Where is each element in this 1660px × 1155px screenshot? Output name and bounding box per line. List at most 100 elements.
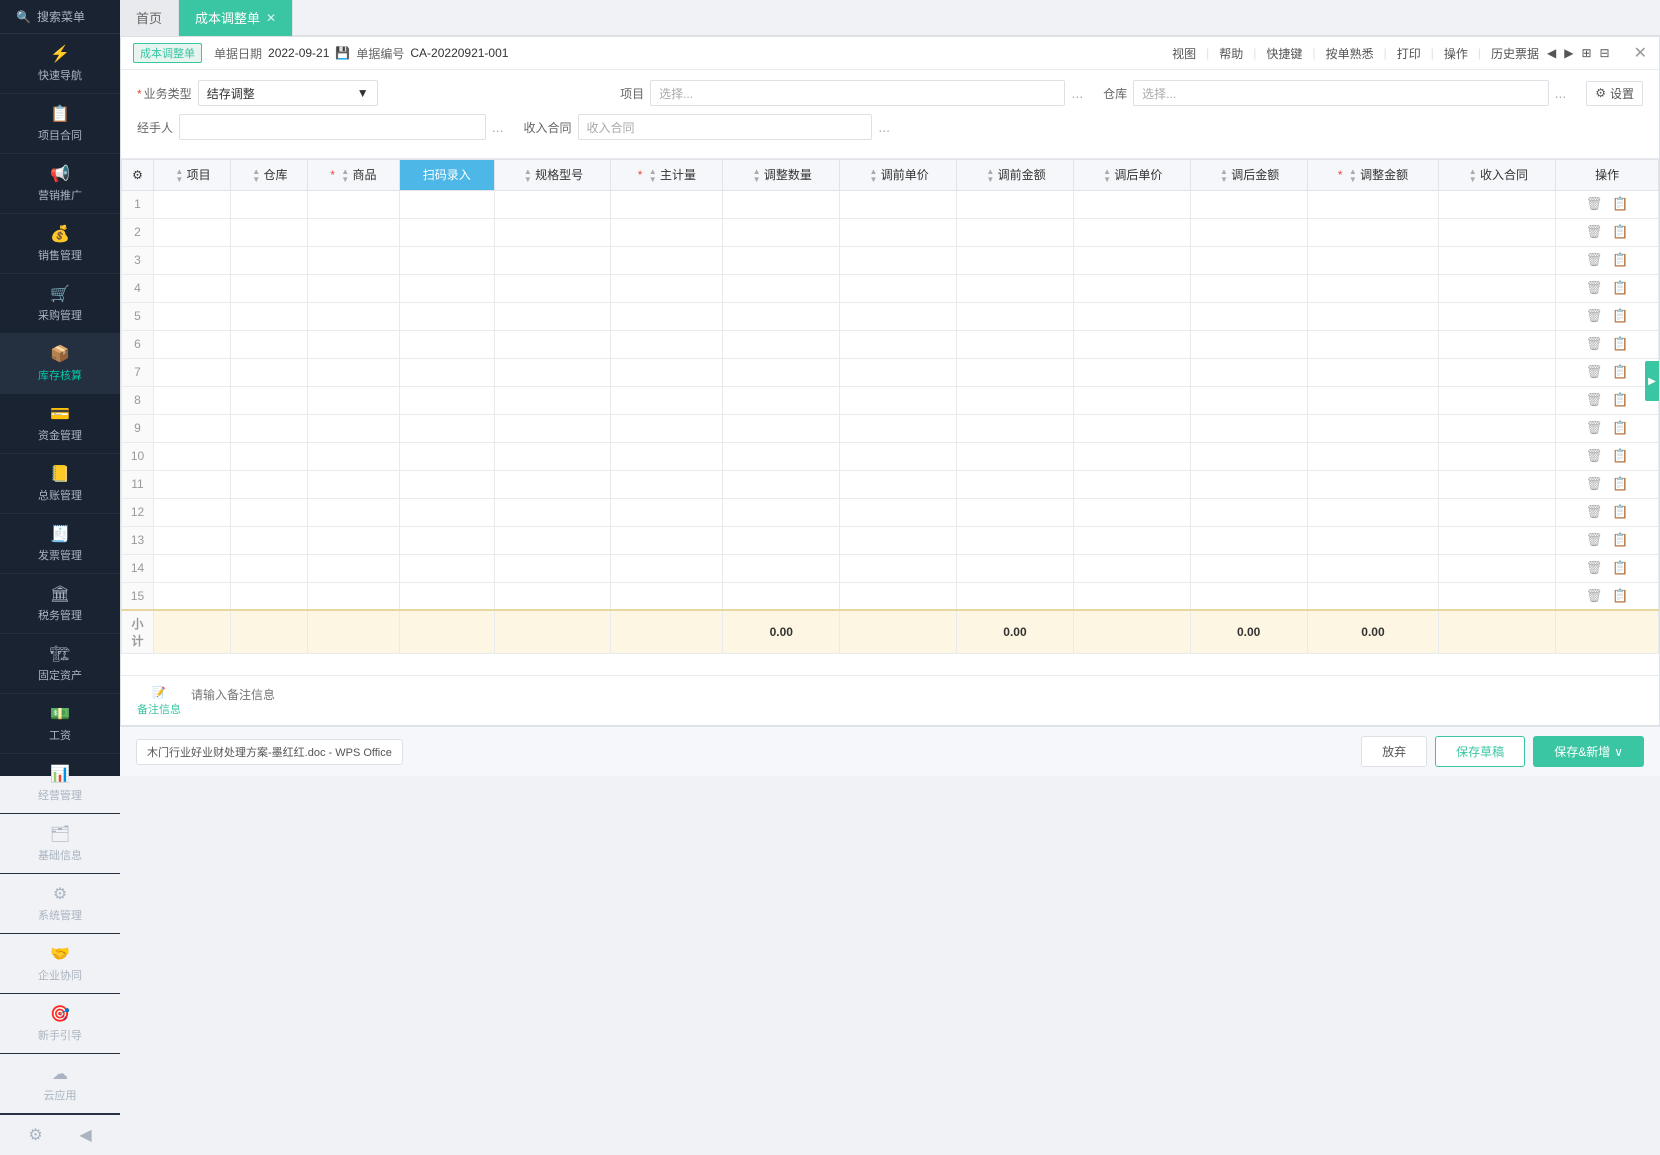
table-cell[interactable]	[1190, 274, 1307, 302]
table-cell[interactable]	[1439, 498, 1556, 526]
table-cell[interactable]	[230, 498, 307, 526]
table-cell[interactable]	[957, 442, 1074, 470]
table-cell[interactable]	[154, 330, 231, 358]
table-cell[interactable]	[1190, 526, 1307, 554]
table-cell[interactable]	[307, 554, 399, 582]
table-cell[interactable]	[1439, 190, 1556, 218]
table-cell[interactable]	[230, 358, 307, 386]
table-cell[interactable]	[611, 414, 723, 442]
tab-close-icon[interactable]: ✕	[266, 11, 276, 25]
sidebar-item-inventory[interactable]: 📦 库存核算	[0, 334, 120, 394]
warehouse-more-btn[interactable]: ...	[1555, 85, 1567, 101]
table-cell[interactable]	[1439, 414, 1556, 442]
table-cell[interactable]	[1073, 218, 1190, 246]
table-cell[interactable]	[1190, 386, 1307, 414]
table-cell[interactable]	[957, 218, 1074, 246]
table-cell[interactable]	[1073, 414, 1190, 442]
table-cell[interactable]	[494, 498, 611, 526]
table-cell[interactable]	[957, 190, 1074, 218]
table-cell[interactable]	[154, 526, 231, 554]
table-cell[interactable]	[723, 582, 840, 610]
row-delete-btn[interactable]: 🗑	[1583, 419, 1606, 437]
table-cell[interactable]	[957, 386, 1074, 414]
row-copy-btn[interactable]: 📋	[1609, 195, 1631, 213]
row-delete-btn[interactable]: 🗑	[1583, 279, 1606, 297]
table-cell[interactable]	[494, 414, 611, 442]
row-copy-btn[interactable]: 📋	[1609, 531, 1631, 549]
table-cell[interactable]	[154, 414, 231, 442]
table-cell[interactable]	[154, 386, 231, 414]
table-cell[interactable]	[1073, 358, 1190, 386]
warehouse-input[interactable]: 选择...	[1133, 80, 1548, 106]
table-cell[interactable]	[1073, 554, 1190, 582]
table-cell[interactable]	[307, 218, 399, 246]
operations-btn[interactable]: 操作	[1444, 45, 1468, 62]
table-cell[interactable]	[154, 498, 231, 526]
table-cell[interactable]	[957, 358, 1074, 386]
table-cell[interactable]	[1439, 218, 1556, 246]
table-cell[interactable]	[1190, 246, 1307, 274]
row-delete-btn[interactable]: 🗑	[1583, 587, 1606, 605]
shortcut-btn[interactable]: 快捷键	[1266, 45, 1302, 62]
row-delete-btn[interactable]: 🗑	[1583, 335, 1606, 353]
table-cell[interactable]	[1073, 274, 1190, 302]
table-cell[interactable]	[307, 330, 399, 358]
table-cell[interactable]	[154, 218, 231, 246]
table-cell[interactable]	[307, 190, 399, 218]
table-cell[interactable]	[494, 218, 611, 246]
sidebar-item-system-mgmt[interactable]: ⚙ 系统管理	[0, 874, 120, 934]
row-copy-btn[interactable]: 📋	[1609, 447, 1631, 465]
sidebar-item-tax-mgmt[interactable]: 🏛 税务管理	[0, 574, 120, 634]
row-copy-btn[interactable]: 📋	[1609, 223, 1631, 241]
table-cell[interactable]	[840, 414, 957, 442]
table-cell[interactable]	[1307, 386, 1439, 414]
table-cell[interactable]	[1307, 274, 1439, 302]
table-cell[interactable]	[723, 526, 840, 554]
table-cell[interactable]	[1073, 526, 1190, 554]
table-cell[interactable]	[230, 302, 307, 330]
sidebar-item-ledger-mgmt[interactable]: 📒 总账管理	[0, 454, 120, 514]
table-cell[interactable]	[230, 246, 307, 274]
table-cell[interactable]	[1307, 470, 1439, 498]
table-cell[interactable]	[611, 274, 723, 302]
table-cell[interactable]	[1190, 470, 1307, 498]
table-cell[interactable]	[957, 274, 1074, 302]
table-cell[interactable]	[723, 274, 840, 302]
sidebar-item-sales-mgmt[interactable]: 💰 销售管理	[0, 214, 120, 274]
table-cell[interactable]	[1073, 302, 1190, 330]
sidebar-item-sales-promo[interactable]: 📢 营销推广	[0, 154, 120, 214]
table-cell[interactable]	[399, 218, 494, 246]
table-cell[interactable]	[611, 442, 723, 470]
business-type-select[interactable]: 结存调整 ▼	[198, 80, 378, 106]
table-cell[interactable]	[399, 414, 494, 442]
help-btn[interactable]: 帮助	[1219, 45, 1243, 62]
table-cell[interactable]	[957, 498, 1074, 526]
table-cell[interactable]	[399, 302, 494, 330]
table-cell[interactable]	[611, 246, 723, 274]
table-cell[interactable]	[307, 582, 399, 610]
table-cell[interactable]	[1439, 470, 1556, 498]
table-cell[interactable]	[154, 190, 231, 218]
table-cell[interactable]	[1439, 274, 1556, 302]
table-cell[interactable]	[1073, 386, 1190, 414]
table-cell[interactable]	[1307, 526, 1439, 554]
table-cell[interactable]	[494, 554, 611, 582]
settings-button[interactable]: ⚙ 设置	[1586, 81, 1643, 106]
row-copy-btn[interactable]: 📋	[1609, 503, 1631, 521]
table-cell[interactable]	[307, 302, 399, 330]
table-cell[interactable]	[1073, 498, 1190, 526]
table-cell[interactable]	[494, 302, 611, 330]
table-cell[interactable]	[154, 358, 231, 386]
table-cell[interactable]	[230, 218, 307, 246]
table-cell[interactable]	[1073, 470, 1190, 498]
table-cell[interactable]	[1073, 582, 1190, 610]
table-cell[interactable]	[957, 526, 1074, 554]
row-delete-btn[interactable]: 🗑	[1583, 195, 1606, 213]
row-delete-btn[interactable]: 🗑	[1583, 447, 1606, 465]
table-cell[interactable]	[1439, 554, 1556, 582]
table-cell[interactable]	[840, 386, 957, 414]
table-cell[interactable]	[957, 302, 1074, 330]
handler-input[interactable]	[179, 114, 486, 140]
table-cell[interactable]	[230, 330, 307, 358]
income-contract-more-btn[interactable]: ...	[878, 119, 890, 135]
